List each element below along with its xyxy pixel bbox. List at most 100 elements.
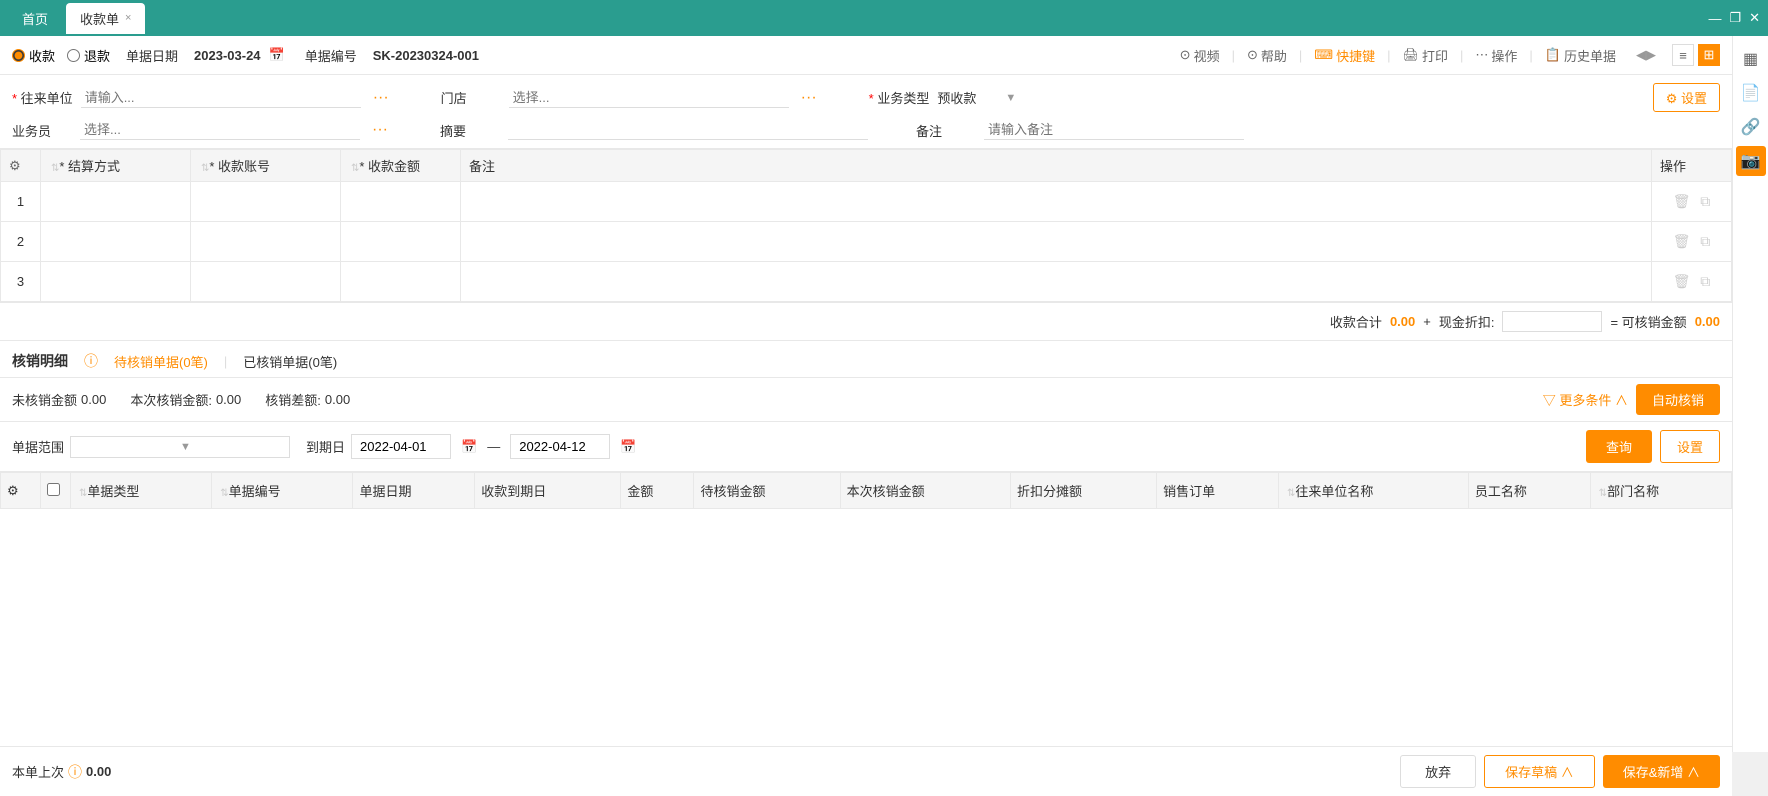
date-from-input[interactable] xyxy=(351,434,451,459)
sidebar-link-icon[interactable]: 🔗 xyxy=(1736,112,1766,142)
doc-date-label: 单据日期 xyxy=(126,46,186,65)
bth-pending-amount: 待核销金额 xyxy=(694,473,840,509)
result-value: 0.00 xyxy=(1695,314,1720,329)
date-to-calendar-icon[interactable]: 📅 xyxy=(620,439,636,455)
close-icon[interactable]: ✕ xyxy=(1749,10,1760,26)
restore-icon[interactable]: ❐ xyxy=(1729,10,1741,26)
auto-writeoff-btn[interactable]: 自动核销 xyxy=(1636,384,1720,415)
discount-label: 现金折扣: xyxy=(1439,312,1495,331)
pending-tab[interactable]: 待核销单据(0笔) xyxy=(114,352,208,371)
bth-sales-order: 销售订单 xyxy=(1157,473,1279,509)
salesperson-input[interactable] xyxy=(80,120,360,140)
table-section: ⚙ ⇅* 结算方式 ⇅* 收款账号 ⇅* 收款金额 备注 操作 1 xyxy=(0,149,1732,303)
business-type-label: 业务类型 xyxy=(869,88,930,107)
status-info-icon[interactable]: ⓘ xyxy=(68,762,82,782)
row-copy-btn[interactable]: ⧉ xyxy=(1700,193,1710,209)
th-gear[interactable]: ⚙ xyxy=(1,150,41,182)
writeoff-header: 核销明细 ⓘ 待核销单据(0笔) | 已核销单据(0笔) xyxy=(0,341,1732,378)
store-input[interactable] xyxy=(509,88,789,108)
radio-receive[interactable]: 收款 xyxy=(12,46,55,65)
bth-discount: 折扣分摊额 xyxy=(1011,473,1157,509)
diff-label: 核销差额: xyxy=(265,390,321,409)
range-select[interactable]: ▼ xyxy=(70,436,290,458)
save-new-btn[interactable]: 保存&新增 ∧ xyxy=(1603,755,1720,788)
layout-grid-btn[interactable]: ⊞ xyxy=(1698,44,1720,66)
tab-home[interactable]: 首页 xyxy=(8,3,62,34)
operations-btn[interactable]: ⋯ 操作 xyxy=(1475,46,1517,65)
tab-close-icon[interactable]: × xyxy=(125,12,131,24)
bth-gear[interactable]: ⚙ xyxy=(1,473,41,509)
sidebar-camera-icon[interactable]: 📷 xyxy=(1736,146,1766,176)
bth-checkbox[interactable] xyxy=(41,473,71,509)
radio-refund-input[interactable] xyxy=(67,49,80,62)
prev-icon[interactable]: ◀ xyxy=(1636,47,1646,63)
row-delete-btn[interactable]: 🗑 xyxy=(1673,193,1691,209)
sidebar-doc-icon[interactable]: 📄 xyxy=(1736,78,1766,108)
toolbar-layout: ≡ ⊞ xyxy=(1672,44,1720,66)
help-btn[interactable]: ⊙ 帮助 xyxy=(1247,46,1287,65)
range-filter: 单据范围 ▼ xyxy=(12,436,290,458)
next-icon[interactable]: ▶ xyxy=(1646,47,1656,63)
shortcut-btn[interactable]: ⌨ 快捷键 xyxy=(1314,46,1375,65)
counterpart-input[interactable] xyxy=(81,88,361,108)
status-bar: 本单上次 ⓘ 0.00 放弃 保存草稿 ∧ 保存&新增 ∧ xyxy=(0,746,1732,796)
row-delete-btn[interactable]: 🗑 xyxy=(1673,273,1691,289)
row-copy-btn[interactable]: ⧉ xyxy=(1700,273,1710,289)
radio-refund[interactable]: 退款 xyxy=(67,46,110,65)
date-from-calendar-icon[interactable]: 📅 xyxy=(461,439,477,455)
total-label: 收款合计 xyxy=(1330,312,1382,331)
discount-input[interactable] xyxy=(1502,311,1602,332)
store-more-btn[interactable]: ··· xyxy=(797,89,821,107)
select-all-checkbox[interactable] xyxy=(47,483,60,496)
tab-active[interactable]: 收款单 × xyxy=(66,3,145,34)
table-row: 3 🗑 ⧉ xyxy=(1,262,1732,302)
sidebar-table-icon[interactable]: ▦ xyxy=(1736,44,1766,74)
row-delete-btn[interactable]: 🗑 xyxy=(1673,233,1691,249)
done-tab[interactable]: 已核销单据(0笔) xyxy=(243,352,337,371)
business-type-value: 预收款 xyxy=(937,88,997,107)
save-draft-btn[interactable]: 保存草稿 ∧ xyxy=(1484,755,1595,788)
toolbar-row: 收款 退款 单据日期 2023-03-24 📅 单据编号 SK-20230324… xyxy=(0,36,1732,75)
history-btn[interactable]: 📋 历史单据 xyxy=(1545,46,1616,65)
current-value: 0.00 xyxy=(216,392,241,407)
writeoff-stats: 未核销金额 0.00 本次核销金额: 0.00 核销差额: 0.00 ▽ 更多条… xyxy=(0,378,1732,422)
radio-refund-label: 退款 xyxy=(84,46,110,65)
writeoff-settings-btn[interactable]: 设置 xyxy=(1660,430,1720,463)
salesperson-label: 业务员 xyxy=(12,121,72,140)
radio-receive-label: 收款 xyxy=(29,46,55,65)
radio-receive-input[interactable] xyxy=(12,49,25,62)
tab-active-label: 收款单 xyxy=(80,9,119,28)
row-copy-btn[interactable]: ⧉ xyxy=(1700,233,1710,249)
writeoff-info-icon[interactable]: ⓘ xyxy=(84,351,98,371)
minimize-icon[interactable]: — xyxy=(1708,11,1721,26)
business-type-dropdown[interactable]: ▼ xyxy=(1005,92,1016,104)
video-btn[interactable]: ⊙ 视频 xyxy=(1180,46,1220,65)
radio-group: 收款 退款 xyxy=(12,46,110,65)
bth-doc-date: 单据日期 xyxy=(353,473,475,509)
total-value: 0.00 xyxy=(1390,314,1415,329)
settings-button[interactable]: ⚙ 设置 xyxy=(1653,83,1720,112)
remark-input[interactable] xyxy=(984,120,1244,140)
status-label: 本单上次 xyxy=(12,762,64,781)
abandon-btn[interactable]: 放弃 xyxy=(1400,755,1476,788)
query-btn[interactable]: 查询 xyxy=(1586,430,1652,463)
date-filter: 到期日 📅 — 📅 xyxy=(306,434,636,459)
summary-label: 摘要 xyxy=(440,121,500,140)
summary-input[interactable] xyxy=(508,120,868,140)
uncancelled-value: 0.00 xyxy=(81,392,106,407)
bottom-table: ⚙ ⇅单据类型 ⇅单据编号 单据日期 收款到期日 金额 待核销金额 本次核销金额… xyxy=(0,472,1732,509)
th-remark: 备注 xyxy=(461,150,1652,182)
layout-list-btn[interactable]: ≡ xyxy=(1672,44,1694,66)
filter-row: 单据范围 ▼ 到期日 📅 — 📅 查询 设置 xyxy=(0,422,1732,472)
store-label: 门店 xyxy=(441,88,501,107)
calendar-icon[interactable]: 📅 xyxy=(269,47,285,63)
salesperson-more-btn[interactable]: ··· xyxy=(368,121,392,139)
tab-separator: | xyxy=(224,354,227,369)
th-action: 操作 xyxy=(1652,150,1732,182)
toolbar-actions: ⊙ 视频 | ⊙ 帮助 | ⌨ 快捷键 | 🖨 打印 | ⋯ 操作 | 📋 历史… xyxy=(1180,44,1720,66)
date-to-input[interactable] xyxy=(510,434,610,459)
writeoff-section: 核销明细 ⓘ 待核销单据(0笔) | 已核销单据(0笔) 未核销金额 0.00 … xyxy=(0,341,1732,796)
counterpart-more-btn[interactable]: ··· xyxy=(369,89,393,107)
print-btn[interactable]: 🖨 打印 xyxy=(1402,46,1448,65)
more-conditions-btn[interactable]: ▽ 更多条件 ∧ xyxy=(1543,390,1628,409)
